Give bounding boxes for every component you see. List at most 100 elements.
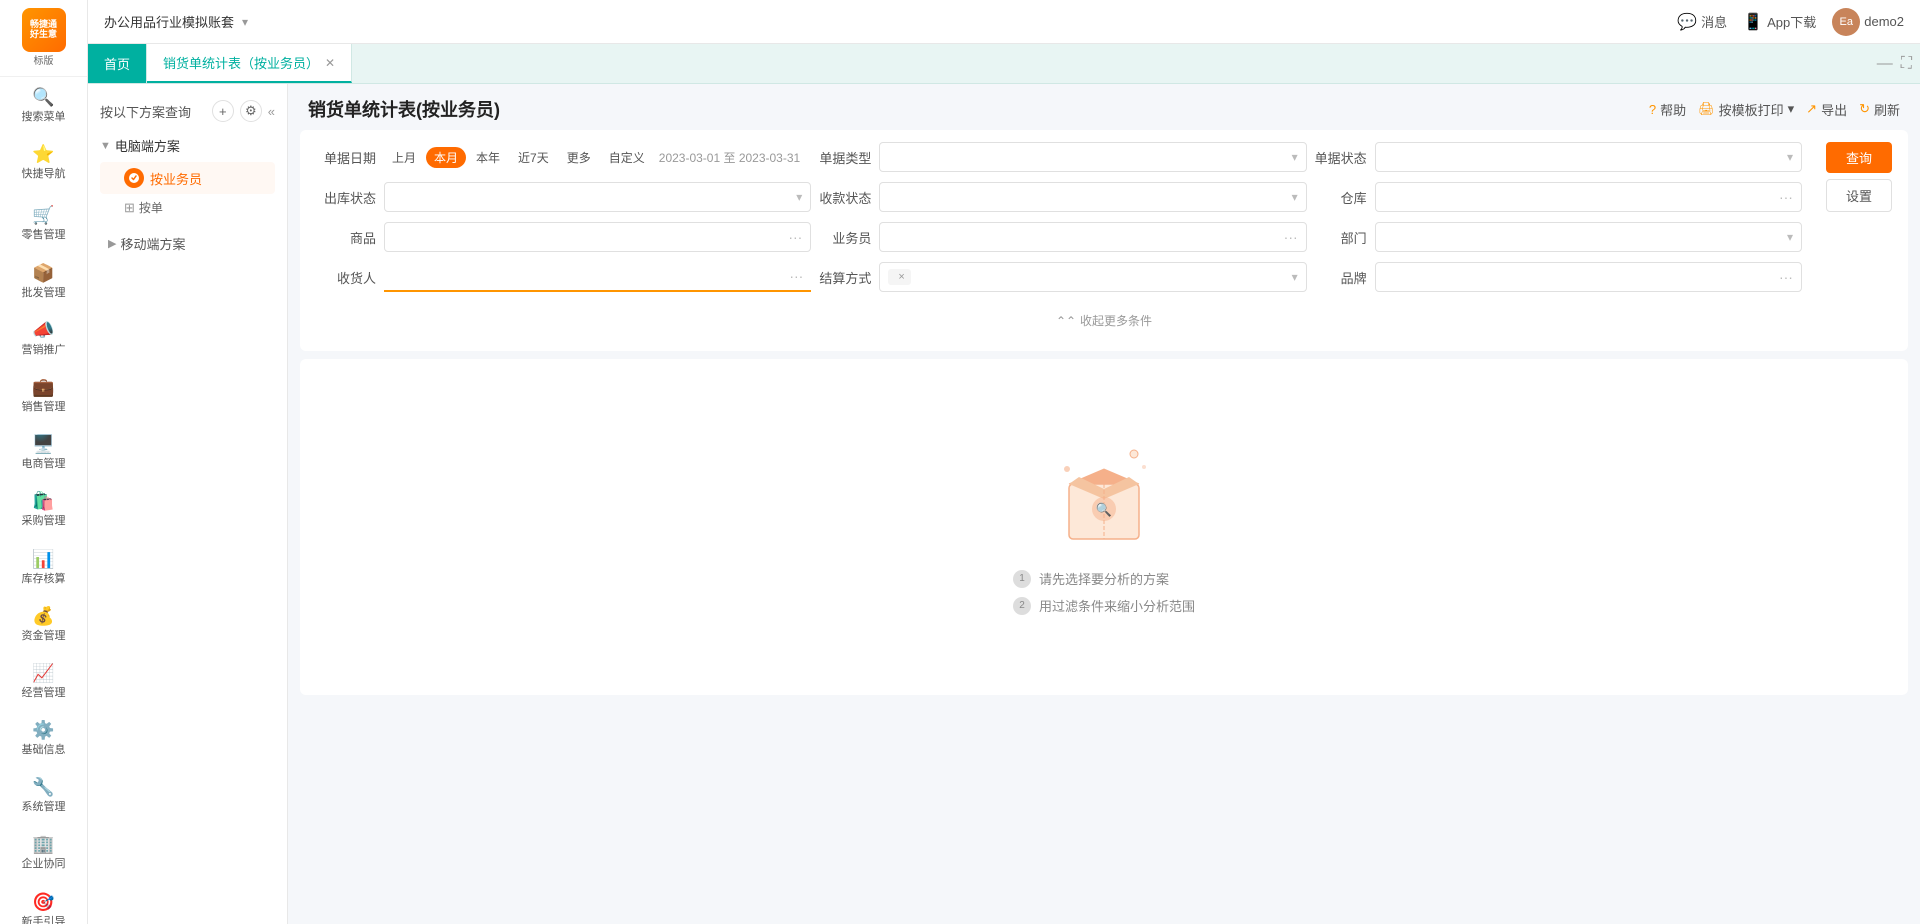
- help-btn[interactable]: ? 帮助: [1649, 100, 1686, 119]
- date-tab-custom[interactable]: 自定义: [601, 147, 653, 168]
- department-label: 部门: [1307, 228, 1367, 247]
- app-download-btn[interactable]: 📱 App下载: [1743, 12, 1816, 32]
- query-button[interactable]: 查询: [1826, 142, 1892, 173]
- settlement-clear-btn[interactable]: ×: [898, 271, 904, 283]
- date-range-text: 2023-03-01 至 2023-03-31: [659, 149, 800, 166]
- sidebar-item-purchase[interactable]: 🛍️ 采购管理: [0, 481, 87, 538]
- finance-icon: 💰: [32, 606, 54, 627]
- empty-illustration: 🔍: [1049, 439, 1159, 549]
- receiver-label: 收货人: [316, 268, 376, 287]
- help-label: 帮助: [1660, 100, 1686, 119]
- sidebar-item-system[interactable]: 🔧 系统管理: [0, 767, 87, 824]
- goods-dots-icon: ···: [788, 229, 802, 245]
- settlement-chevron: ▾: [1292, 270, 1298, 284]
- doctype-select[interactable]: ▾: [879, 142, 1306, 172]
- date-tab-7days[interactable]: 近7天: [510, 147, 557, 168]
- tab-home[interactable]: 首页: [88, 44, 147, 83]
- refresh-btn[interactable]: ↻ 刷新: [1859, 100, 1900, 119]
- topbar-right: 💬 消息 📱 App下载 Ea demo2: [1677, 8, 1904, 36]
- sidebar-item-wholesale[interactable]: 📦 批发管理: [0, 253, 87, 310]
- sidebar-item-basic[interactable]: ⚙️ 基础信息: [0, 710, 87, 767]
- topbar-account-title: 办公用品行业模拟账套: [104, 12, 234, 31]
- date-tab-thisyear[interactable]: 本年: [468, 147, 508, 168]
- scheme-group-pc: ▼ 电脑端方案 按业务员 ⊞ 按单: [88, 130, 287, 220]
- sidebar-item-operation[interactable]: 📈 经营管理: [0, 653, 87, 710]
- settings-button[interactable]: 设置: [1826, 179, 1892, 212]
- sidebar-item-search[interactable]: 🔍 搜索菜单: [0, 77, 87, 134]
- sidebar-search-label: 搜索菜单: [22, 111, 66, 124]
- tab-sales-stats[interactable]: 销货单统计表（按业务员） ✕: [147, 44, 352, 83]
- empty-steps: 1 请先选择要分析的方案 2 用过滤条件来缩小分析范围: [1013, 569, 1195, 615]
- tab-home-label: 首页: [104, 54, 130, 73]
- scheme-mobile-header[interactable]: ▶ 移动端方案: [96, 228, 279, 259]
- sidebar-item-retail[interactable]: 🛒 零售管理: [0, 195, 87, 252]
- brand-input[interactable]: ···: [1375, 262, 1802, 292]
- filter-area: 单据日期 上月 本月 本年 近7天 更多 自定义 2023-03-01 至 20…: [300, 130, 1908, 351]
- tab-sales-stats-label: 销货单统计表（按业务员）: [163, 53, 319, 72]
- message-btn[interactable]: 💬 消息: [1677, 12, 1727, 32]
- warehouse-input[interactable]: ···: [1375, 182, 1802, 212]
- settlement-select[interactable]: × ▾: [879, 262, 1306, 292]
- department-select[interactable]: ▾: [1375, 222, 1802, 252]
- filter-cell-department: 部门 ▾: [1307, 222, 1802, 252]
- export-btn[interactable]: ↗ 导出: [1806, 100, 1847, 119]
- user-info-btn[interactable]: Ea demo2: [1832, 8, 1904, 36]
- sidebar-purchase-label: 采购管理: [22, 515, 66, 528]
- date-tab-thismonth[interactable]: 本月: [426, 147, 466, 168]
- tab-minimize-btn[interactable]: —: [1877, 55, 1893, 73]
- inventory-icon: 📊: [32, 549, 54, 570]
- scheme-sub-by-doc[interactable]: ⊞ 按单: [96, 195, 279, 220]
- lp-actions: + ⚙ «: [212, 100, 275, 122]
- print-dropdown-arrow[interactable]: ▾: [1788, 101, 1795, 117]
- lp-collapse-btn[interactable]: «: [268, 104, 275, 119]
- lp-settings-btn[interactable]: ⚙: [240, 100, 262, 122]
- date-tabs-group: 上月 本月 本年 近7天 更多 自定义: [384, 147, 653, 168]
- sidebar-item-ecommerce[interactable]: 🖥️ 电商管理: [0, 424, 87, 481]
- goods-input[interactable]: ···: [384, 222, 811, 252]
- sidebar-item-sales[interactable]: 💼 销售管理: [0, 367, 87, 424]
- brand-dots-icon: ···: [1779, 269, 1793, 285]
- print-btn[interactable]: 🖨 按模板打印 ▾: [1698, 100, 1794, 119]
- sidebar-item-finance[interactable]: 💰 资金管理: [0, 596, 87, 653]
- receiptstatus-select[interactable]: ▾: [879, 182, 1306, 212]
- refresh-label: 刷新: [1874, 100, 1900, 119]
- tabbar-actions: — ⛶: [1869, 44, 1920, 83]
- date-tab-more[interactable]: 更多: [559, 147, 599, 168]
- sidebar-wholesale-label: 批发管理: [22, 287, 66, 300]
- date-tab-lastmonth[interactable]: 上月: [384, 147, 424, 168]
- export-icon: ↗: [1806, 101, 1817, 117]
- topbar-dropdown-arrow[interactable]: ▾: [242, 15, 248, 29]
- docstatus-select[interactable]: ▾: [1375, 142, 1802, 172]
- sidebar-item-marketing[interactable]: 📣 营销推广: [0, 310, 87, 367]
- page-header: 销货单统计表(按业务员) ? 帮助 🖨 按模板打印 ▾ ↗ 导出: [288, 84, 1920, 130]
- collapse-filter-btn[interactable]: ⌃⌃ 收起更多条件: [1050, 306, 1158, 335]
- scheme-pc-arrow: ▼: [100, 140, 111, 152]
- empty-step-2: 2 用过滤条件来缩小分析范围: [1013, 596, 1195, 615]
- left-panel-header: 按以下方案查询 + ⚙ «: [88, 92, 287, 130]
- tab-expand-btn[interactable]: ⛶: [1901, 55, 1912, 73]
- refresh-icon: ↻: [1859, 101, 1870, 117]
- user-avatar: Ea: [1832, 8, 1860, 36]
- outstatus-select[interactable]: ▾: [384, 182, 811, 212]
- sidebar-ecommerce-label: 电商管理: [22, 458, 66, 471]
- step-1-text: 请先选择要分析的方案: [1039, 569, 1169, 588]
- logo-text: 标版: [34, 55, 54, 68]
- sidebar-newuser-label: 新手引导: [22, 916, 66, 924]
- receiver-input[interactable]: ···: [384, 262, 811, 292]
- scheme-pc-header[interactable]: ▼ 电脑端方案: [96, 130, 279, 161]
- sidebar: 畅捷通好生意 标版 🔍 搜索菜单 ⭐ 快捷导航 🛒 零售管理 📦 批发管理 📣 …: [0, 0, 88, 924]
- scheme-sub-label: 按单: [139, 199, 163, 216]
- sidebar-item-inventory[interactable]: 📊 库存核算: [0, 539, 87, 596]
- salesperson-input[interactable]: ···: [879, 222, 1306, 252]
- export-label: 导出: [1821, 100, 1847, 119]
- lp-add-btn[interactable]: +: [212, 100, 234, 122]
- scheme-item-by-salesperson[interactable]: 按业务员: [100, 162, 275, 194]
- sidebar-item-newuser[interactable]: 🎯 新手引导: [0, 882, 87, 924]
- sidebar-item-quicknav[interactable]: ⭐ 快捷导航: [0, 134, 87, 191]
- tab-close-btn[interactable]: ✕: [325, 56, 335, 70]
- receiptstatus-chevron: ▾: [1292, 190, 1298, 204]
- sidebar-item-enterprise[interactable]: 🏢 企业协同: [0, 824, 87, 881]
- filter-cell-brand: 品牌 ···: [1307, 262, 1802, 292]
- download-icon: 📱: [1743, 12, 1763, 32]
- operation-icon: 📈: [32, 663, 54, 684]
